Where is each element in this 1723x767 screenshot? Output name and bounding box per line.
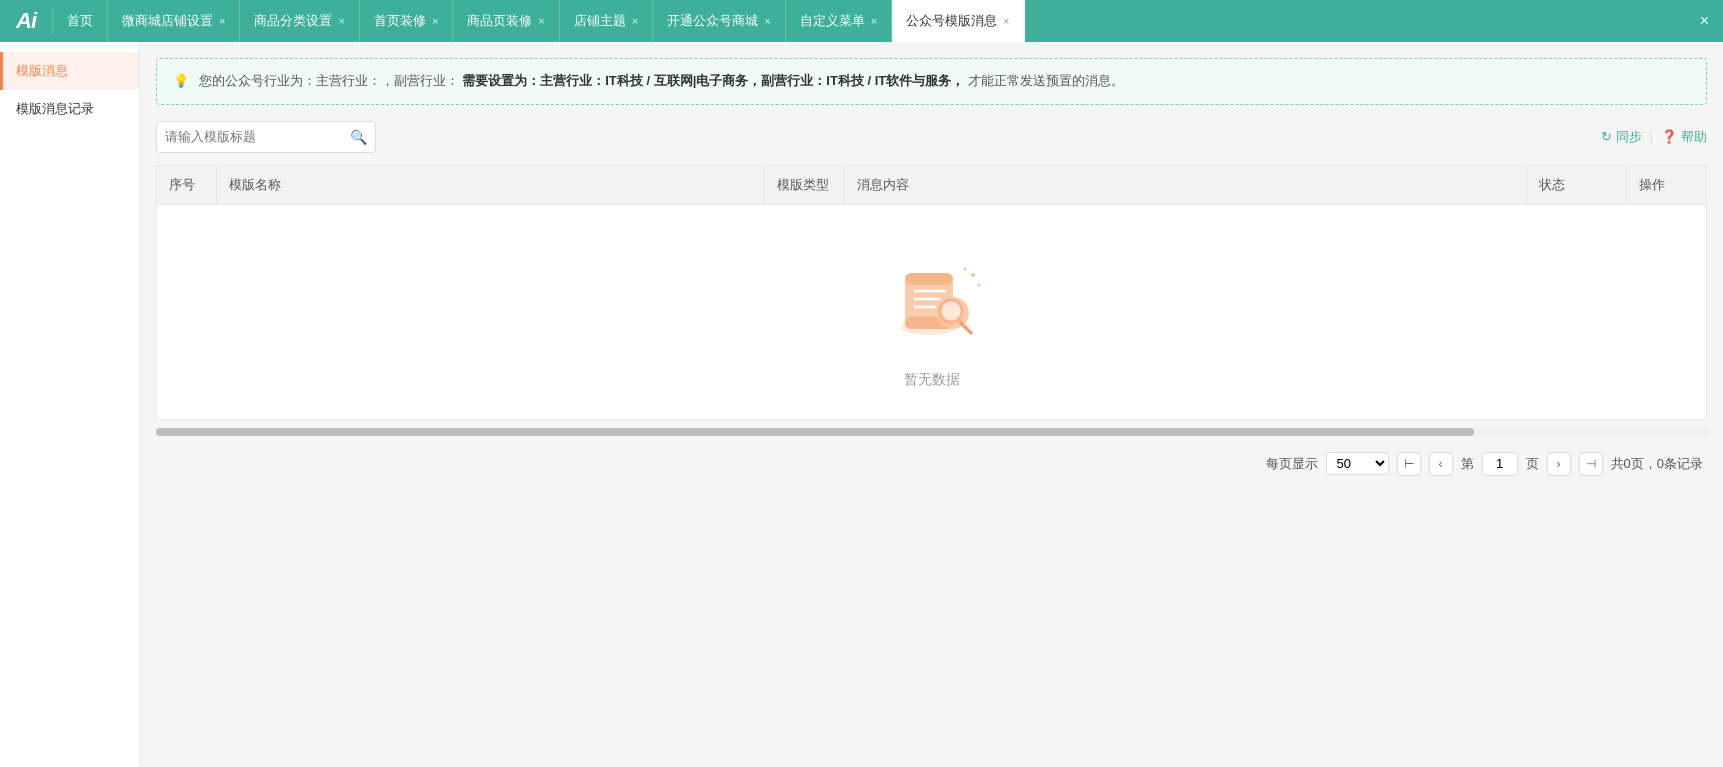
tab-template-msg[interactable]: 公众号模版消息 × <box>892 0 1024 42</box>
tab-close-open-mall[interactable]: × <box>764 15 770 27</box>
current-page-input[interactable] <box>1482 452 1518 476</box>
tab-label-template-msg: 公众号模版消息 <box>906 12 997 30</box>
sync-label: 同步 <box>1616 128 1642 146</box>
help-label: 帮助 <box>1681 128 1707 146</box>
prev-page-button[interactable]: ‹ <box>1429 452 1453 476</box>
help-button[interactable]: ❓ 帮助 <box>1661 128 1707 146</box>
tab-close-micro-shop[interactable]: × <box>219 15 225 27</box>
page-size-select[interactable]: 502010 <box>1326 452 1389 475</box>
tab-close-product-category[interactable]: × <box>338 15 344 27</box>
svg-point-11 <box>977 283 980 286</box>
tab-label-open-mall: 开通公众号商城 <box>667 12 758 30</box>
col-type: 模版类型 <box>765 165 845 204</box>
search-input[interactable] <box>165 129 350 144</box>
page-mid-label: 页 <box>1526 455 1539 473</box>
tab-label-product-category: 商品分类设置 <box>254 12 332 30</box>
tab-label-home: 首页 <box>67 12 93 30</box>
tab-close-custom-menu[interactable]: × <box>871 15 877 27</box>
notice-highlight: 需要设置为：主营行业：IT科技 / 互联网|电子商务，副营行业：IT科技 / I… <box>462 73 964 88</box>
tab-micro-shop[interactable]: 微商城店铺设置 × <box>108 0 240 42</box>
page-pre-label: 第 <box>1461 455 1474 473</box>
pagination: 每页显示 502010 ⊢ ‹ 第 页 › ⊣ 共0页，0条记录 <box>156 444 1707 484</box>
notice-suffix: 才能正常发送预置的消息。 <box>968 73 1124 88</box>
horizontal-scrollbar[interactable] <box>156 428 1707 436</box>
empty-illustration <box>877 245 987 355</box>
tab-close-shop-theme[interactable]: × <box>632 15 638 27</box>
tab-open-mall[interactable]: 开通公众号商城 × <box>653 0 785 42</box>
toolbar-divider: | <box>1650 129 1653 144</box>
col-content: 消息内容 <box>845 165 1527 204</box>
tab-label-micro-shop: 微商城店铺设置 <box>122 12 213 30</box>
tab-close-product-decor[interactable]: × <box>538 15 544 27</box>
col-index: 序号 <box>157 165 217 204</box>
content-area: 💡 您的公众号行业为：主营行业：，副营行业： 需要设置为：主营行业：IT科技 /… <box>140 42 1723 767</box>
main-layout: 模版消息模版消息记录 💡 您的公众号行业为：主营行业：，副营行业： 需要设置为：… <box>0 42 1723 767</box>
app-logo: Ai <box>0 8 53 34</box>
col-action: 操作 <box>1627 165 1707 204</box>
col-status: 状态 <box>1527 165 1627 204</box>
notice-box: 💡 您的公众号行业为：主营行业：，副营行业： 需要设置为：主营行业：IT科技 /… <box>156 58 1707 105</box>
search-icon[interactable]: 🔍 <box>350 129 367 145</box>
tab-product-category[interactable]: 商品分类设置 × <box>240 0 359 42</box>
notice-icon: 💡 <box>173 73 189 88</box>
notice-prefix: 您的公众号行业为：主营行业：，副营行业： <box>199 73 459 88</box>
svg-line-9 <box>960 322 971 333</box>
next-page-button[interactable]: › <box>1547 452 1571 476</box>
svg-rect-2 <box>905 273 953 285</box>
total-label: 共0页，0条记录 <box>1611 455 1703 473</box>
tab-home[interactable]: 首页 <box>53 0 108 42</box>
scroll-thumb[interactable] <box>156 428 1474 436</box>
help-icon: ❓ <box>1661 129 1677 144</box>
svg-point-10 <box>971 273 975 277</box>
sidebar-item-template-message[interactable]: 模版消息 <box>0 52 139 90</box>
search-bar: 🔍 ↻ 同步 | ❓ 帮助 <box>156 121 1707 153</box>
tab-close-home-decor[interactable]: × <box>432 15 438 27</box>
close-all-button[interactable]: × <box>1686 12 1723 30</box>
toolbar-right: ↻ 同步 | ❓ 帮助 <box>1601 128 1707 146</box>
tab-bar: Ai 首页微商城店铺设置 ×商品分类设置 ×首页装修 ×商品页装修 ×店铺主题 … <box>0 0 1723 42</box>
tab-shop-theme[interactable]: 店铺主题 × <box>560 0 653 42</box>
table-wrap: 序号模版名称模版类型消息内容状态操作 <box>156 165 1707 420</box>
tab-product-decor[interactable]: 商品页装修 × <box>453 0 559 42</box>
first-page-button[interactable]: ⊢ <box>1397 452 1421 476</box>
empty-text: 暂无数据 <box>904 371 960 389</box>
tab-home-decor[interactable]: 首页装修 × <box>360 0 453 42</box>
last-page-button[interactable]: ⊣ <box>1579 452 1603 476</box>
svg-point-12 <box>963 267 966 270</box>
tab-label-home-decor: 首页装修 <box>374 12 426 30</box>
empty-state: 暂无数据 <box>157 205 1706 419</box>
data-table: 序号模版名称模版类型消息内容状态操作 <box>156 165 1707 420</box>
search-input-wrap: 🔍 <box>156 121 376 153</box>
svg-point-8 <box>940 300 962 322</box>
tab-label-shop-theme: 店铺主题 <box>574 12 626 30</box>
page-size-label: 每页显示 <box>1266 455 1318 473</box>
tab-custom-menu[interactable]: 自定义菜单 × <box>786 0 892 42</box>
sync-button[interactable]: ↻ 同步 <box>1601 128 1642 146</box>
sidebar-item-template-message-log[interactable]: 模版消息记录 <box>0 90 139 128</box>
tab-close-template-msg[interactable]: × <box>1003 15 1009 27</box>
tab-label-product-decor: 商品页装修 <box>467 12 532 30</box>
col-name: 模版名称 <box>217 165 765 204</box>
tab-label-custom-menu: 自定义菜单 <box>800 12 865 30</box>
sync-icon: ↻ <box>1601 129 1612 144</box>
sidebar: 模版消息模版消息记录 <box>0 42 140 767</box>
empty-row: 暂无数据 <box>157 204 1707 419</box>
